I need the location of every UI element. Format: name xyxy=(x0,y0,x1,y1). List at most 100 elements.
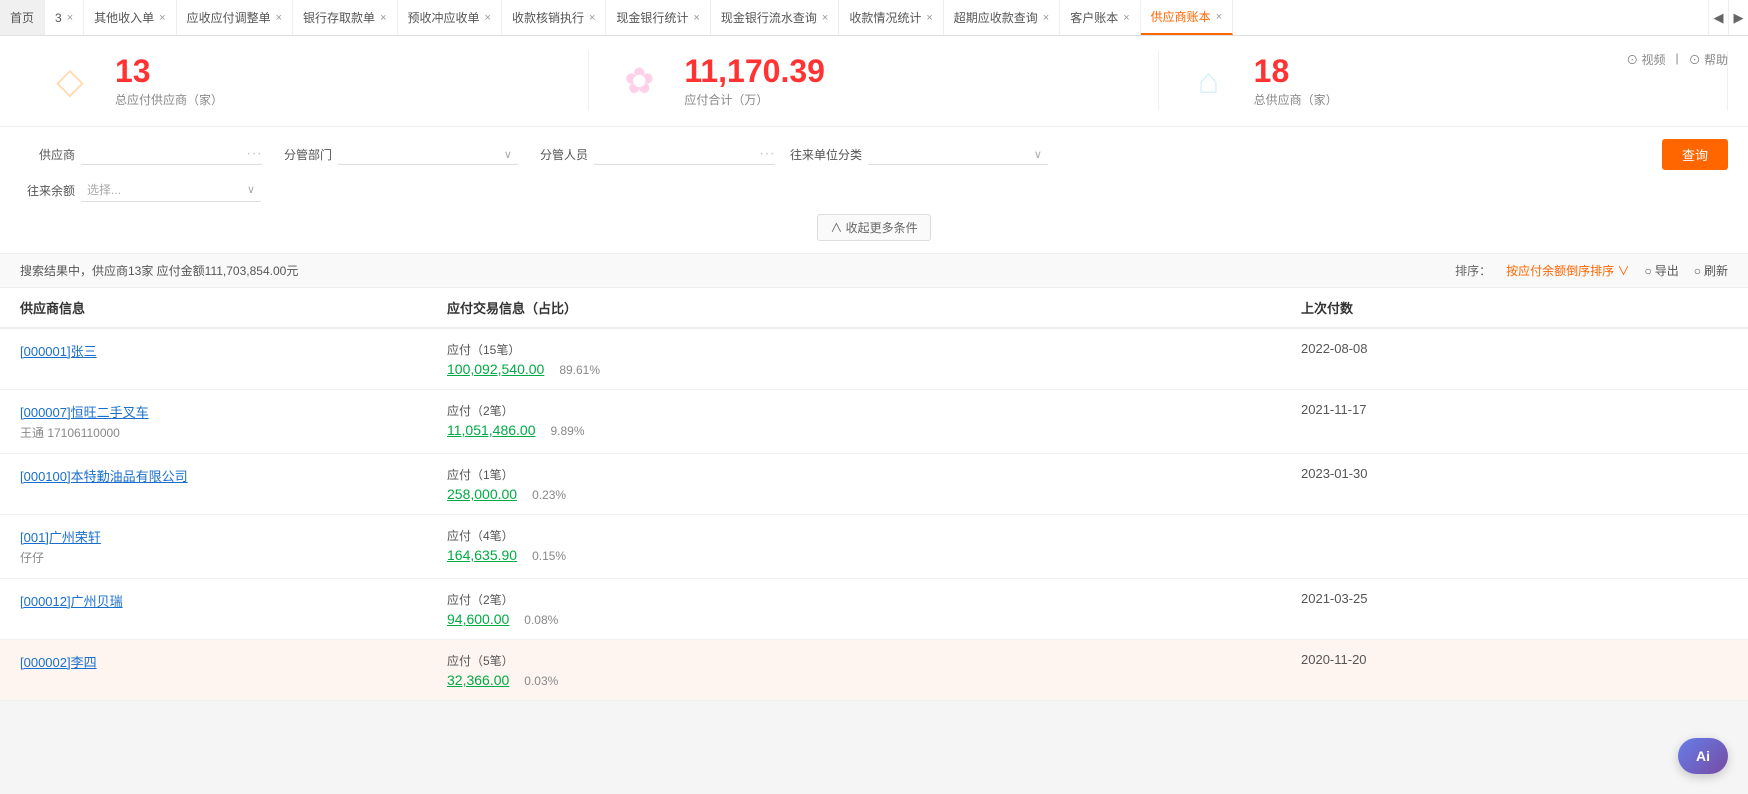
payable-amount[interactable]: 100,092,540.00 xyxy=(447,361,544,377)
supplier-input[interactable] xyxy=(81,144,244,164)
table-body: [000001]张三 应付（15笔） 100,092,540.00 89.61% 202… xyxy=(0,329,1748,701)
close-icon[interactable]: × xyxy=(926,12,932,24)
nav-other-income[interactable]: 其他收入单 × xyxy=(84,0,176,35)
collapse-button[interactable]: ∧ 收起更多条件 xyxy=(817,214,930,241)
category-filter-label: 往来单位分类 xyxy=(790,146,862,163)
sort-select[interactable]: 按应付余额倒序排序 ∨ xyxy=(1506,262,1629,279)
top-navigation: 首页 3 × 其他收入单 × 应收应付调整单 × 银行存取款单 × 预收冲应收单… xyxy=(0,0,1748,36)
filter-row-2: 往来余额 选择... ∨ xyxy=(20,178,1728,202)
nav-cash-stats[interactable]: 现金银行统计 × xyxy=(606,0,710,35)
payable-percent: 89.61% xyxy=(559,363,600,377)
nav-advance[interactable]: 预收冲应收单 × xyxy=(398,0,502,35)
filter-row-1: 供应商 ··· 分管部门 ∨ 分管人员 ··· 往来单位分类 ∨ xyxy=(20,139,1728,170)
person-input[interactable] xyxy=(594,144,757,164)
summary-bar: ◇ 13 总应付供应商（家） ✿ 11,170.39 应付合计（万） ⌂ 18 … xyxy=(0,36,1748,127)
close-icon[interactable]: × xyxy=(1123,12,1129,24)
filter-bar: 供应商 ··· 分管部门 ∨ 分管人员 ··· 往来单位分类 ∨ xyxy=(0,127,1748,254)
supplier-link[interactable]: [000012]广州贝瑞 xyxy=(20,594,123,609)
payable-amount[interactable]: 164,635.90 xyxy=(447,547,517,563)
person-input-wrap[interactable]: ··· xyxy=(594,144,775,165)
category-select[interactable]: ∨ xyxy=(868,145,1048,165)
table-row[interactable]: [001]广州荣轩仔仔应付（4笔）164,635.900.15% xyxy=(0,515,1748,579)
last-pay-cell: 2023-01-30 xyxy=(1301,466,1728,481)
payable-amount[interactable]: 94,600.00 xyxy=(447,611,509,627)
table-row[interactable]: [000012]广州贝瑞应付（2笔）94,600.000.08%2021-03-… xyxy=(0,579,1748,640)
balance-select[interactable]: 选择... ∨ xyxy=(81,178,261,202)
nav-home[interactable]: 首页 xyxy=(0,0,45,35)
close-icon[interactable]: × xyxy=(822,12,828,24)
supplier-sub: 王通 17106110000 xyxy=(20,424,447,441)
payable-percent: 9.89% xyxy=(551,424,585,438)
supplier-dots-icon: ··· xyxy=(246,145,262,163)
supplier-link[interactable]: [000100]本特勤油品有限公司 xyxy=(20,469,188,484)
payable-suppliers-icon: ◇ xyxy=(40,51,100,111)
payable-amount[interactable]: 11,051,486.00 xyxy=(447,422,536,438)
table-row[interactable]: [000007]恒旺二手叉车王通 17106110000应付（2笔） 11,051… xyxy=(0,390,1748,454)
payable-amount[interactable]: 258,000.00 xyxy=(447,486,517,502)
payable-total-icon: ✿ xyxy=(609,51,669,111)
filter-person: 分管人员 ··· xyxy=(533,144,775,165)
payable-percent: 0.23% xyxy=(532,488,566,502)
close-icon[interactable]: × xyxy=(693,12,699,24)
supplier-filter-label: 供应商 xyxy=(20,146,75,163)
help-link[interactable]: ⊙ 帮助 xyxy=(1689,51,1728,68)
payable-total-label: 应付合计（万） xyxy=(684,91,825,108)
balance-chevron-icon: ∨ xyxy=(247,183,255,196)
nav-customer-ledger[interactable]: 客户账本 × xyxy=(1060,0,1140,35)
payable-suppliers-label: 总应付供应商（家） xyxy=(115,91,223,108)
nav-collection-stats[interactable]: 收款情况统计 × xyxy=(839,0,943,35)
refresh-button[interactable]: ○ 刷新 xyxy=(1694,262,1728,279)
nav-overdue[interactable]: 超期应收款查询 × xyxy=(944,0,1060,35)
payable-label: 应付（1笔） xyxy=(447,466,1301,483)
table-row[interactable]: [000001]张三应付（15笔）100,092,540.0089.61%202… xyxy=(0,329,1748,390)
department-filter-label: 分管部门 xyxy=(277,146,332,163)
close-icon[interactable]: × xyxy=(159,12,165,24)
supplier-cell: [000001]张三 xyxy=(20,341,447,360)
person-filter-label: 分管人员 xyxy=(533,146,588,163)
nav-right-arrow[interactable]: ▶ xyxy=(1728,0,1748,36)
person-dots-icon: ··· xyxy=(759,145,775,163)
supplier-link[interactable]: [001]广州荣轩 xyxy=(20,530,101,545)
payable-label: 应付（2笔） xyxy=(447,591,1301,608)
result-actions: 排序： 按应付余额倒序排序 ∨ ○ 导出 ○ 刷新 xyxy=(1455,262,1728,279)
refresh-icon: ○ xyxy=(1694,264,1701,278)
ai-button[interactable]: Ai xyxy=(1678,738,1728,774)
supplier-table: 供应商信息 应付交易信息（占比） 上次付数 [000001]张三 应付（15笔） 1… xyxy=(0,288,1748,701)
nav-cash-flow[interactable]: 现金银行流水查询 × xyxy=(711,0,839,35)
department-select[interactable]: ∨ xyxy=(338,145,518,165)
col-header-supplier: 供应商信息 xyxy=(20,298,447,317)
payable-label: 应付（2笔） xyxy=(447,402,1301,419)
close-icon[interactable]: × xyxy=(67,12,73,24)
table-row[interactable]: [000002]李四应付（5笔）32,366.000.03%2020-11-20 xyxy=(0,640,1748,701)
close-icon[interactable]: × xyxy=(276,12,282,24)
payable-amount[interactable]: 32,366.00 xyxy=(447,672,509,688)
close-icon[interactable]: × xyxy=(1216,11,1222,23)
supplier-cell: [000012]广州贝瑞 xyxy=(20,591,447,610)
close-icon[interactable]: × xyxy=(589,12,595,24)
supplier-link[interactable]: [000001]张三 xyxy=(20,344,97,359)
payable-label: 应付（15笔） xyxy=(447,341,1301,358)
supplier-input-wrap[interactable]: ··· xyxy=(81,144,262,165)
payable-cell: 应付（4笔）164,635.900.15% xyxy=(447,527,1301,563)
search-button[interactable]: 查询 xyxy=(1662,139,1728,170)
payable-cell: 应付（1笔） 258,000.00 0.23% xyxy=(447,466,1301,502)
video-link[interactable]: ⊙ 视频 xyxy=(1626,51,1665,68)
payable-percent: 0.08% xyxy=(524,613,558,627)
nav-item-3[interactable]: 3 × xyxy=(45,0,84,35)
export-button[interactable]: ○ 导出 xyxy=(1644,262,1678,279)
nav-bank-deposit[interactable]: 银行存取款单 × xyxy=(293,0,397,35)
nav-collection[interactable]: 收款核销执行 × xyxy=(502,0,606,35)
table-row[interactable]: [000100]本特勤油品有限公司 应付（1笔） 258,000.00 0.23% 20… xyxy=(0,454,1748,515)
supplier-link[interactable]: [000007]恒旺二手叉车 xyxy=(20,405,149,420)
supplier-link[interactable]: [000002]李四 xyxy=(20,655,97,670)
nav-left-arrow[interactable]: ◀ xyxy=(1708,0,1728,36)
close-icon[interactable]: × xyxy=(380,12,386,24)
close-icon[interactable]: × xyxy=(1043,12,1049,24)
nav-adjustment[interactable]: 应收应付调整单 × xyxy=(177,0,293,35)
payable-percent: 0.03% xyxy=(524,674,558,688)
close-icon[interactable]: × xyxy=(485,12,491,24)
filter-department: 分管部门 ∨ xyxy=(277,145,518,165)
filter-balance: 往来余额 选择... ∨ xyxy=(20,178,261,202)
nav-supplier-ledger[interactable]: 供应商账本 × xyxy=(1141,0,1233,35)
table-header: 供应商信息 应付交易信息（占比） 上次付数 xyxy=(0,288,1748,329)
